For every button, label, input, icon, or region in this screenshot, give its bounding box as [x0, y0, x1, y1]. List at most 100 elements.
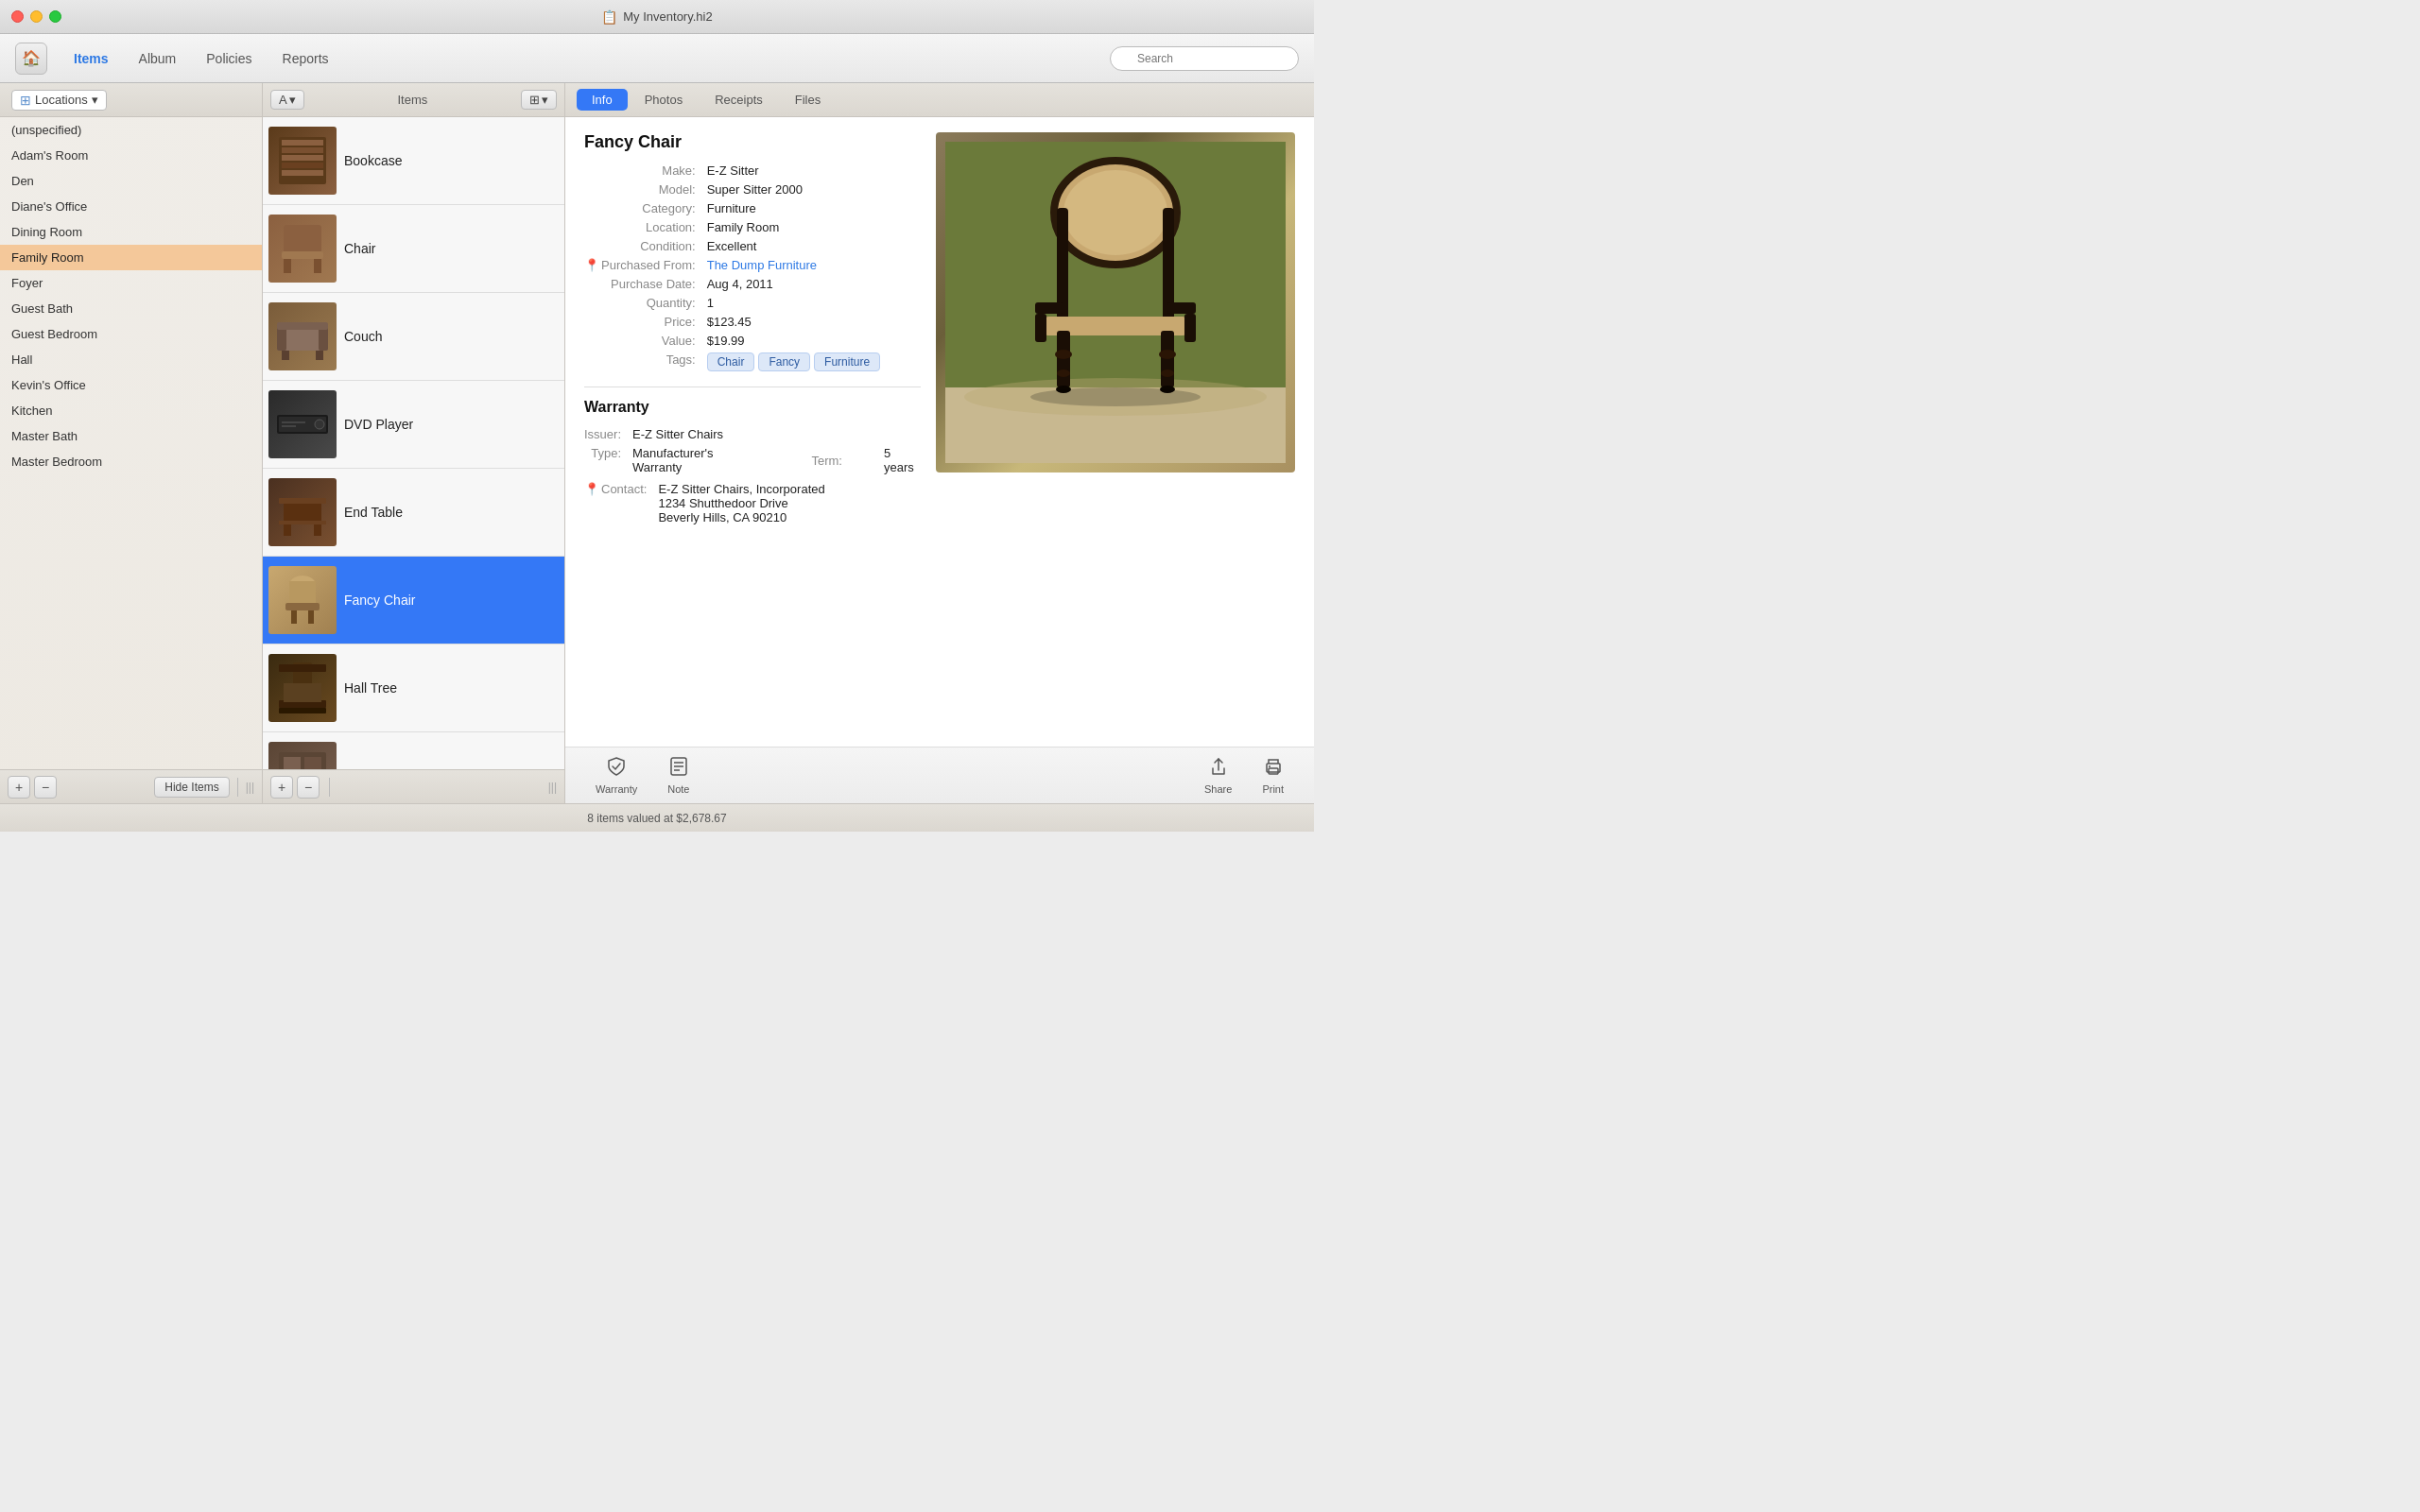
item-name-end-table: End Table [344, 505, 403, 520]
share-icon [1208, 756, 1229, 782]
sidebar-item-dining-room[interactable]: Dining Room [0, 219, 262, 245]
svg-rect-19 [282, 421, 305, 423]
item-row-end-table[interactable]: End Table [263, 469, 564, 557]
search-input[interactable] [1110, 46, 1299, 71]
main-container: ⊞ Locations ▾ (unspecified) Adam's Room … [0, 83, 1314, 803]
sidebar-item-foyer[interactable]: Foyer [0, 270, 262, 296]
tab-photos[interactable]: Photos [630, 89, 698, 111]
purchased-from-value[interactable]: The Dump Furniture [707, 258, 921, 272]
nav-reports[interactable]: Reports [268, 46, 344, 71]
item-thumb-wall-art [268, 742, 337, 769]
svg-rect-38 [304, 757, 321, 769]
svg-rect-14 [282, 351, 289, 360]
svg-rect-8 [284, 259, 291, 273]
sidebar-remove-button[interactable]: − [34, 776, 57, 799]
model-label: Model: [584, 182, 700, 197]
warranty-action[interactable]: Warranty [580, 752, 652, 799]
item-row-hall-tree[interactable]: Hall Tree [263, 644, 564, 732]
item-row-couch[interactable]: Couch [263, 293, 564, 381]
svg-point-62 [1030, 387, 1201, 406]
nav-items[interactable]: Items [59, 46, 124, 71]
sidebar-add-button[interactable]: + [8, 776, 30, 799]
sidebar-header: ⊞ Locations ▾ [0, 83, 262, 117]
nav-policies[interactable]: Policies [191, 46, 267, 71]
svg-rect-3 [282, 155, 323, 161]
tag-furniture[interactable]: Furniture [814, 352, 880, 371]
svg-rect-28 [285, 603, 320, 610]
svg-point-45 [1063, 170, 1167, 255]
items-remove-button[interactable]: − [297, 776, 320, 799]
note-action[interactable]: Note [652, 752, 704, 799]
items-sort-button[interactable]: A ▾ [270, 90, 304, 110]
tab-receipts[interactable]: Receipts [700, 89, 778, 111]
maximize-button[interactable] [49, 10, 61, 23]
locations-button[interactable]: ⊞ Locations ▾ [11, 90, 107, 111]
nav-album[interactable]: Album [124, 46, 192, 71]
detail-right [936, 132, 1295, 731]
contact-address: E-Z Sitter Chairs, Incorporated 1234 Shu… [658, 482, 921, 524]
item-row-wall-art[interactable]: Wall Art [263, 732, 564, 769]
contact-line3: Beverly Hills, CA 90210 [658, 510, 921, 524]
svg-rect-1 [282, 140, 323, 146]
sidebar-item-kevins-office[interactable]: Kevin's Office [0, 372, 262, 398]
term-label: Term: [811, 454, 846, 468]
svg-rect-2 [282, 147, 323, 153]
sidebar-item-den[interactable]: Den [0, 168, 262, 194]
sidebar-item-master-bedroom[interactable]: Master Bedroom [0, 449, 262, 474]
contact-label: 📍Contact: [584, 482, 650, 524]
view-icon: ⊞ [529, 93, 540, 107]
items-footer-divider [329, 778, 330, 797]
condition-value: Excellent [707, 239, 921, 253]
tab-files[interactable]: Files [780, 89, 836, 111]
item-row-bookcase[interactable]: Bookcase [263, 117, 564, 205]
item-row-chair[interactable]: Chair [263, 205, 564, 293]
print-action[interactable]: Print [1247, 752, 1299, 799]
tag-fancy[interactable]: Fancy [758, 352, 810, 371]
title-icon: 📋 [601, 9, 617, 25]
sidebar-item-guest-bedroom[interactable]: Guest Bedroom [0, 321, 262, 347]
minimize-button[interactable] [30, 10, 43, 23]
tag-chair[interactable]: Chair [707, 352, 755, 371]
sidebar-item-guest-bath[interactable]: Guest Bath [0, 296, 262, 321]
purchased-from-label: 📍Purchased From: [584, 258, 700, 272]
sidebar-item-master-bath[interactable]: Master Bath [0, 423, 262, 449]
window-controls [11, 10, 61, 23]
close-button[interactable] [11, 10, 24, 23]
svg-rect-24 [284, 524, 291, 536]
warranty-section: Warranty Issuer: E-Z Sitter Chairs Type:… [584, 387, 921, 524]
sidebar-item-hall[interactable]: Hall [0, 347, 262, 372]
items-view-button[interactable]: ⊞ ▾ [521, 90, 557, 110]
sidebar-item-dianes-office[interactable]: Diane's Office [0, 194, 262, 219]
svg-rect-12 [319, 327, 328, 351]
sidebar: ⊞ Locations ▾ (unspecified) Adam's Room … [0, 83, 263, 803]
warranty-title: Warranty [584, 387, 921, 416]
item-thumb-hall-tree [268, 654, 337, 722]
note-label: Note [667, 783, 689, 795]
item-row-fancy-chair[interactable]: Fancy Chair [263, 557, 564, 644]
price-value: $123.45 [707, 315, 921, 329]
sidebar-item-kitchen[interactable]: Kitchen [0, 398, 262, 423]
quantity-label: Quantity: [584, 296, 700, 310]
warranty-fields: Issuer: E-Z Sitter Chairs Type: Manufact… [584, 427, 921, 474]
home-button[interactable]: 🏠 [15, 43, 47, 75]
location-value: Family Room [707, 220, 921, 234]
tab-info[interactable]: Info [577, 89, 628, 111]
sidebar-item-unspecified[interactable]: (unspecified) [0, 117, 262, 143]
sidebar-item-adams-room[interactable]: Adam's Room [0, 143, 262, 168]
svg-rect-25 [314, 524, 321, 536]
item-row-dvd[interactable]: DVD Player [263, 381, 564, 469]
note-icon [668, 756, 689, 782]
items-add-button[interactable]: + [270, 776, 293, 799]
svg-rect-21 [279, 498, 326, 504]
svg-rect-37 [284, 757, 301, 769]
svg-rect-52 [1035, 314, 1046, 342]
window-title: 📋 My Inventory.hi2 [601, 9, 712, 25]
warranty-contact: 📍Contact: E-Z Sitter Chairs, Incorporate… [584, 482, 921, 524]
svg-rect-51 [1167, 302, 1196, 314]
share-action[interactable]: Share [1189, 752, 1247, 799]
hide-items-button[interactable]: Hide Items [154, 777, 229, 798]
svg-point-59 [1161, 369, 1174, 377]
detail-tabs: Info Photos Receipts Files [565, 83, 1314, 117]
sidebar-item-family-room[interactable]: Family Room [0, 245, 262, 270]
item-thumb-chair [268, 215, 337, 283]
